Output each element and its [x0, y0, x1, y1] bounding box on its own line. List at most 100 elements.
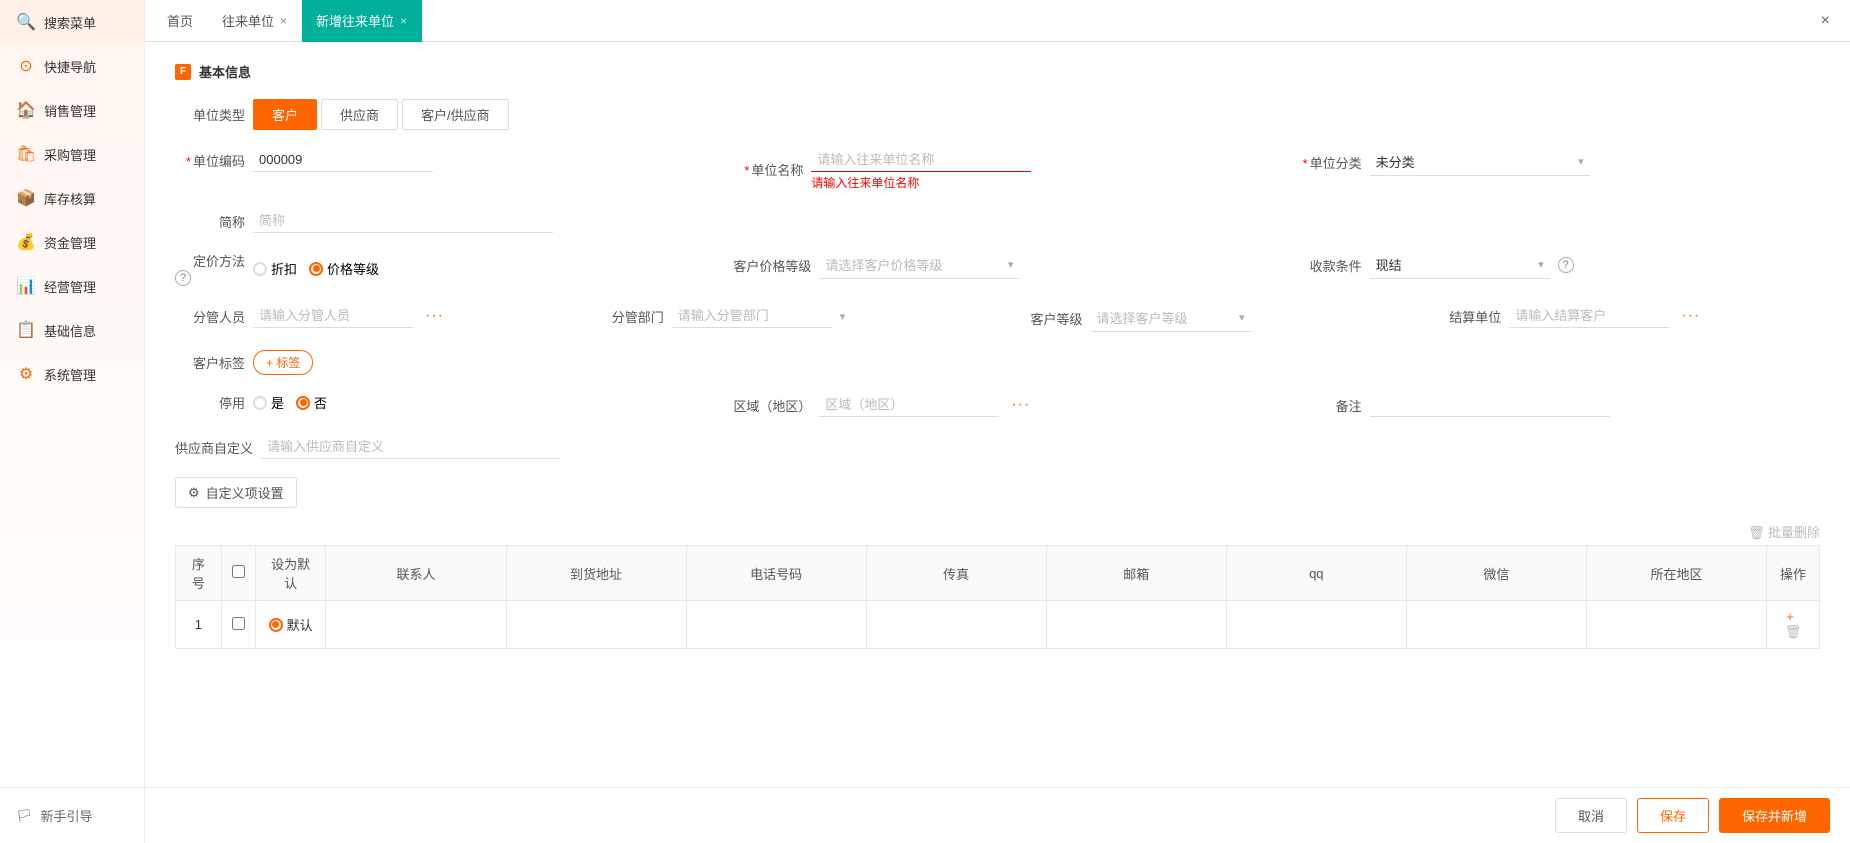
row-fax[interactable] [866, 601, 1046, 649]
pricing-discount-radio[interactable]: 折扣 [253, 259, 297, 278]
region-input[interactable] [819, 393, 999, 417]
sidebar-item-operation[interactable]: 📊 经营管理 [0, 264, 144, 308]
unit-type-customer-btn[interactable]: 客户 [253, 99, 317, 130]
disabled-yes-radio[interactable]: 是 [253, 393, 284, 412]
row-phone[interactable] [686, 601, 866, 649]
tab-trading-unit[interactable]: 往来单位 × [208, 0, 302, 42]
row-region-input[interactable] [1597, 617, 1756, 632]
tab-trading-unit-label: 往来单位 [222, 11, 274, 30]
row-default-radio[interactable]: 默认 [266, 615, 316, 634]
batch-delete-icon: 🗑 [1748, 525, 1765, 540]
remark-input[interactable] [1370, 393, 1610, 417]
pricing-help-icon[interactable]: ? [175, 270, 191, 286]
row-email[interactable] [1046, 601, 1226, 649]
sidebar-item-newbie[interactable]: 🏳 新手引导 [0, 798, 144, 833]
row-seq: 1 [176, 601, 222, 649]
row-address[interactable] [506, 601, 686, 649]
sidebar-label-finance: 资金管理 [44, 233, 96, 252]
payment-terms-select[interactable]: 现结 ▾ [1370, 251, 1550, 279]
sidebar-item-sales[interactable]: 🏠 销售管理 [0, 88, 144, 132]
col-fax: 传真 [866, 546, 1046, 601]
row-fax-input[interactable] [877, 617, 1036, 632]
sidebar-item-basic[interactable]: 📋 基础信息 [0, 308, 144, 352]
row-phone-input[interactable] [697, 617, 856, 632]
tab-home[interactable]: 首页 [153, 0, 208, 42]
pricing-level-label: 价格等级 [327, 259, 379, 278]
main-close-button[interactable]: × [1809, 12, 1842, 30]
unit-type-supplier-btn[interactable]: 供应商 [321, 99, 398, 130]
form-content: F 基本信息 单位类型 客户 供应商 客户/供应商 [145, 42, 1850, 787]
save-new-button[interactable]: 保存并新增 [1719, 798, 1830, 833]
row-add-btn[interactable]: + [1786, 609, 1794, 624]
custom-settings-button[interactable]: ⚙ 自定义项设置 [175, 477, 297, 508]
disabled-no-radio[interactable]: 否 [296, 393, 327, 412]
row-qq[interactable] [1226, 601, 1406, 649]
region-more-btn[interactable]: ··· [1011, 396, 1030, 414]
supplier-custom-input[interactable] [261, 435, 561, 459]
row-region[interactable] [1586, 601, 1766, 649]
unit-category-value: 未分类 [1376, 152, 1578, 171]
row-default-dot [272, 621, 279, 628]
finance-icon: 💰 [16, 232, 36, 252]
pricing-discount-label: 折扣 [271, 259, 297, 278]
disabled-no-circle [296, 396, 310, 410]
row-contact-input[interactable] [336, 617, 495, 632]
tab-new-trading-unit[interactable]: 新增往来单位 × [302, 0, 422, 42]
table-header: 序号 设为默认 联系人 到货地址 电话号码 传真 邮箱 qq 微信 所在地区 操… [176, 546, 1820, 601]
sidebar-label-sales: 销售管理 [44, 101, 96, 120]
row-checkbox[interactable] [221, 601, 255, 649]
unit-category-label: *单位分类 [1292, 153, 1362, 172]
save-button[interactable]: 保存 [1637, 798, 1709, 833]
col-checkbox[interactable] [221, 546, 255, 601]
row-contact[interactable] [326, 601, 506, 649]
basic-icon: 📋 [16, 320, 36, 340]
row-qq-input[interactable] [1237, 617, 1396, 632]
customer-price-placeholder: 请选择客户价格等级 [825, 255, 1007, 274]
sidebar-item-finance[interactable]: 💰 资金管理 [0, 220, 144, 264]
manager-more-btn[interactable]: ··· [425, 307, 444, 325]
tab-trading-unit-close[interactable]: × [280, 14, 287, 28]
customer-level-select[interactable]: 请选择客户等级 ▾ [1091, 304, 1251, 332]
customer-price-select[interactable]: 请选择客户价格等级 ▾ [819, 251, 1019, 279]
select-all-checkbox[interactable] [232, 565, 245, 578]
sidebar-item-search[interactable]: 🔍 搜索菜单 [0, 0, 144, 44]
unit-type-both-btn[interactable]: 客户/供应商 [402, 99, 509, 130]
row-select-checkbox[interactable] [232, 617, 245, 630]
row-wechat[interactable] [1406, 601, 1586, 649]
short-name-field: 简称 [175, 209, 1820, 233]
remark-label: 备注 [1292, 396, 1362, 415]
row-address-input[interactable] [517, 617, 676, 632]
short-name-input[interactable] [253, 209, 553, 233]
dept-chevron: ▾ [840, 310, 846, 323]
sidebar-item-purchase[interactable]: 🛍 采购管理 [0, 132, 144, 176]
payment-terms-field: 收款条件 现结 ▾ ? [1292, 251, 1820, 279]
unit-name-input[interactable] [811, 148, 1031, 172]
unit-category-select[interactable]: 未分类 ▾ [1370, 148, 1590, 176]
dept-input[interactable] [672, 304, 832, 328]
row-wechat-input[interactable] [1417, 617, 1576, 632]
unit-code-input[interactable] [253, 148, 433, 172]
unit-code-label: *单位编码 [175, 151, 245, 170]
settlement-input[interactable] [1509, 304, 1669, 328]
form-footer: 取消 保存 保存并新增 [145, 787, 1850, 843]
payment-terms-label: 收款条件 [1292, 256, 1362, 275]
payment-terms-help-icon[interactable]: ? [1558, 257, 1574, 273]
sidebar-label-purchase: 采购管理 [44, 145, 96, 164]
unit-name-label: *单位名称 [733, 160, 803, 179]
cancel-button[interactable]: 取消 [1555, 798, 1627, 833]
sidebar-item-shortcut[interactable]: ⊙ 快捷导航 [0, 44, 144, 88]
pricing-level-radio[interactable]: 价格等级 [309, 259, 379, 278]
tab-new-trading-unit-close[interactable]: × [400, 14, 407, 28]
unit-code-field: *单位编码 [175, 148, 703, 172]
tag-row: 客户标签 + 标签 [175, 350, 1820, 375]
manager-input[interactable] [253, 304, 413, 328]
settlement-more-btn[interactable]: ··· [1681, 307, 1700, 325]
sidebar-item-inventory[interactable]: 📦 库存核算 [0, 176, 144, 220]
row-default-circle [269, 618, 283, 632]
row-delete-btn[interactable]: 🗑 [1785, 624, 1802, 639]
sidebar-label-inventory: 库存核算 [44, 189, 96, 208]
batch-delete-btn[interactable]: 🗑 批量删除 [175, 522, 1820, 541]
add-tag-button[interactable]: + 标签 [253, 350, 313, 375]
sidebar-item-system[interactable]: ⚙ 系统管理 [0, 352, 144, 396]
row-email-input[interactable] [1057, 617, 1216, 632]
